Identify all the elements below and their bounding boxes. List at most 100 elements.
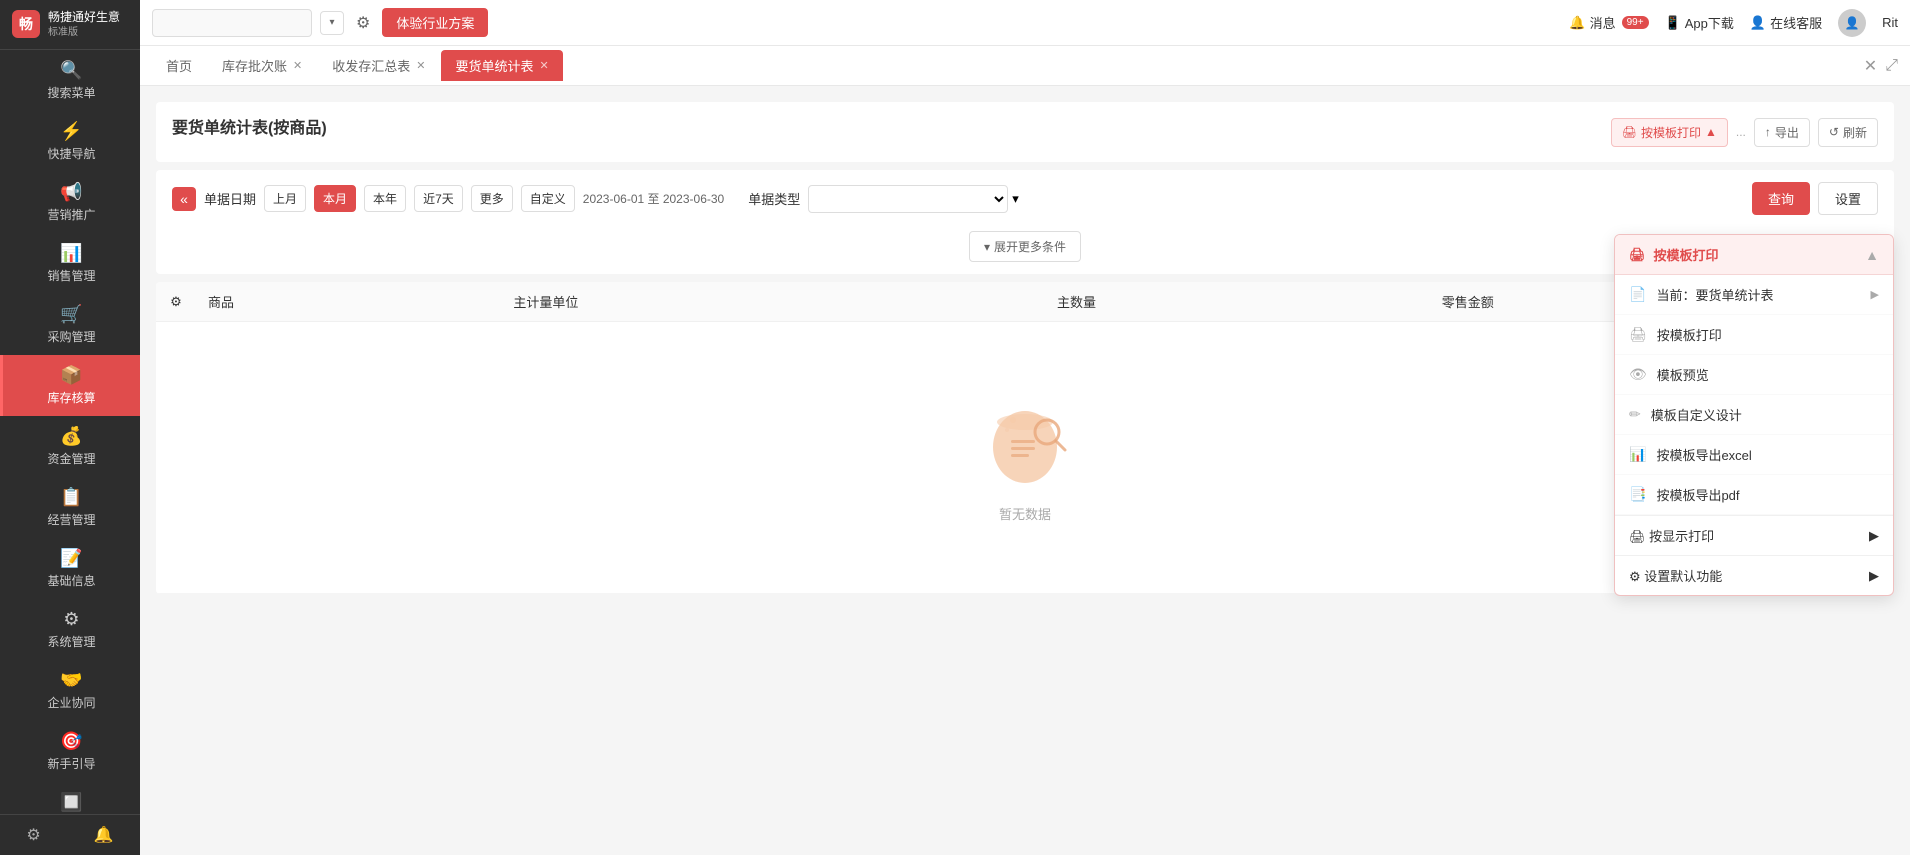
print-button[interactable]: 🖨 按模板打印 ▲ (1611, 118, 1728, 147)
page-title: 要货单统计表(按商品) (172, 114, 327, 138)
expand-window-icon[interactable]: ⤢ (1885, 57, 1898, 75)
service-icon: 👤 (1750, 15, 1766, 31)
date-label: 单据日期 (204, 189, 256, 208)
settings-button[interactable]: 设置 (1818, 182, 1878, 215)
date-btn-更多[interactable]: 更多 (471, 185, 513, 212)
print-dropdown-item-design[interactable]: ✏ 模板自定义设计 (1615, 395, 1893, 435)
date-btn-近7天[interactable]: 近7天 (414, 185, 463, 212)
sidebar-settings-icon[interactable]: ⚙ (26, 825, 40, 845)
sidebar-icon-purchase: 🛒 (60, 304, 82, 325)
sidebar-item-purchase[interactable]: 🛒采购管理 (0, 294, 140, 355)
page-header: 要货单统计表(按商品) 🖨 按模板打印 ▲ ... ↑ 导出 ↺ 刷新 (156, 102, 1894, 162)
tab-inventory-batch[interactable]: 库存批次账✕ (208, 50, 316, 81)
date-btn-上月[interactable]: 上月 (264, 185, 306, 212)
print-dropdown-item-current[interactable]: 📄 当前：要货单统计表 ▶ (1615, 275, 1893, 315)
search-input[interactable] (152, 9, 312, 37)
export-button[interactable]: ↑ 导出 (1754, 118, 1810, 147)
page-toolbar: 🖨 按模板打印 ▲ ... ↑ 导出 ↺ 刷新 (1611, 118, 1878, 147)
col-settings: ⚙ (156, 282, 196, 322)
sidebar-logo: 畅 畅捷通好生意 标准版 (0, 0, 140, 50)
sidebar-item-operation[interactable]: 📋经营管理 (0, 477, 140, 538)
online-service-item[interactable]: 👤 在线客服 (1750, 13, 1822, 32)
logo-icon: 畅 (12, 10, 40, 38)
avatar-placeholder: 👤 (1845, 16, 1860, 30)
tab-close-receivable-summary[interactable]: ✕ (416, 59, 425, 72)
print-chevron-up: ▲ (1705, 125, 1717, 139)
display-print-icon: 🖨 (1629, 529, 1646, 544)
tab-receivable-summary[interactable]: 收发存汇总表✕ (318, 50, 439, 81)
print-dropdown: 🖨 按模板打印 ▲ 📄 当前：要货单统计表 ▶ 🖨 按模板打印 👁 (1614, 234, 1894, 596)
sidebar-icon-apps: 🔲 (60, 792, 82, 813)
expand-more-icon: ▾ (984, 240, 990, 254)
print-dropdown-item-pdf[interactable]: 📑 按模板导出pdf (1615, 475, 1893, 515)
tab-bar: 首页库存批次账✕收发存汇总表✕要货单统计表✕ ✕ ⤢ (140, 46, 1910, 86)
more-icon[interactable]: ... (1736, 125, 1746, 139)
col-product: 商品 (196, 282, 501, 322)
template-print-icon: 🖨 (1629, 326, 1647, 343)
sidebar-item-newbie[interactable]: 🎯新手引导 (0, 721, 140, 782)
sidebar-item-sales[interactable]: 📊销售管理 (0, 233, 140, 294)
date-btn-自定义[interactable]: 自定义 (521, 185, 575, 212)
current-chevron-icon: ▶ (1871, 288, 1879, 301)
filter-actions: 查询 设置 (1752, 182, 1878, 215)
select-chevron-icon: ▾ (1012, 191, 1019, 207)
sidebar-icon-inventory: 📦 (60, 365, 82, 386)
sidebar-item-basic[interactable]: 📝基础信息 (0, 538, 140, 599)
print-dropdown-item-print[interactable]: 🖨 按模板打印 (1615, 315, 1893, 355)
print-dropdown-close-icon[interactable]: ▲ (1865, 247, 1879, 263)
gear-icon[interactable]: ⚙ (356, 13, 370, 33)
tab-close-order-stats[interactable]: ✕ (540, 59, 549, 72)
sidebar-icon-sales: 📊 (60, 243, 82, 264)
order-type-select[interactable] (808, 185, 1008, 213)
sidebar-item-inventory[interactable]: 📦库存核算 (0, 355, 140, 416)
trial-button[interactable]: 体验行业方案 (382, 8, 488, 37)
export-icon: ↑ (1765, 125, 1771, 139)
sidebar-icon-quicknav: ⚡ (60, 121, 82, 142)
app-download-item[interactable]: 📱 App下载 (1665, 13, 1734, 32)
avatar[interactable]: 👤 (1838, 9, 1866, 37)
sidebar-item-search[interactable]: 🔍搜索菜单 (0, 50, 140, 111)
print-dropdown-item-excel[interactable]: 📊 按模板导出excel (1615, 435, 1893, 475)
set-default-icon: ⚙ (1629, 569, 1641, 584)
expand-more-button[interactable]: ▾ 展开更多条件 (969, 231, 1081, 262)
notification-badge: 99+ (1622, 16, 1649, 29)
tab-home[interactable]: 首页 (152, 50, 206, 81)
sidebar-item-quicknav[interactable]: ⚡快捷导航 (0, 111, 140, 172)
print-dropdown-item-preview[interactable]: 👁 模板预览 (1615, 355, 1893, 395)
sidebar-nav: 🔍搜索菜单⚡快捷导航📢营销推广📊销售管理🛒采购管理📦库存核算💰资金管理📋经营管理… (0, 50, 140, 814)
search-dropdown-icon[interactable]: ▾ (320, 11, 344, 35)
print-dropdown-item-default[interactable]: ⚙ 设置默认功能 ▶ (1615, 555, 1893, 595)
close-window-icon[interactable]: ✕ (1864, 56, 1877, 76)
date-btn-本月[interactable]: 本月 (314, 185, 356, 212)
sidebar-icon-marketing: 📢 (60, 182, 82, 203)
column-settings-icon[interactable]: ⚙ (170, 294, 182, 309)
export-pdf-icon: 📑 (1629, 486, 1646, 503)
query-button[interactable]: 查询 (1752, 182, 1810, 215)
sidebar: 畅 畅捷通好生意 标准版 🔍搜索菜单⚡快捷导航📢营销推广📊销售管理🛒采购管理📦库… (0, 0, 140, 855)
filter-collapse-button[interactable]: « (172, 187, 196, 211)
print-dropdown-icon: 🖨 (1629, 247, 1646, 263)
date-btn-本年[interactable]: 本年 (364, 185, 406, 212)
sidebar-item-system[interactable]: ⚙系统管理 (0, 599, 140, 660)
sidebar-icon-collab: 🤝 (60, 670, 82, 691)
sidebar-item-marketing[interactable]: 📢营销推广 (0, 172, 140, 233)
tab-close-inventory-batch[interactable]: ✕ (293, 59, 302, 72)
sidebar-item-collab[interactable]: 🤝企业协同 (0, 660, 140, 721)
username: Rit (1882, 15, 1898, 30)
template-design-icon: ✏ (1629, 406, 1641, 423)
bell-icon: 🔔 (1569, 15, 1585, 31)
sidebar-icon-finance: 💰 (60, 426, 82, 447)
refresh-icon: ↺ (1829, 125, 1839, 139)
sidebar-icon-basic: 📝 (60, 548, 82, 569)
set-default-chevron: ▶ (1869, 568, 1879, 584)
sidebar-icon-operation: 📋 (60, 487, 82, 508)
notifications-item[interactable]: 🔔 消息 99+ (1569, 13, 1648, 32)
sidebar-sound-icon[interactable]: 🔔 (94, 825, 114, 845)
refresh-button[interactable]: ↺ 刷新 (1818, 118, 1878, 147)
empty-state-icon (975, 392, 1075, 492)
print-dropdown-item-display[interactable]: 🖨 按显示打印 ▶ (1615, 515, 1893, 555)
sidebar-item-apps[interactable]: 🔲应用中心 (0, 782, 140, 814)
sidebar-item-finance[interactable]: 💰资金管理 (0, 416, 140, 477)
current-template-icon: 📄 (1629, 286, 1646, 303)
tab-order-stats[interactable]: 要货单统计表✕ (441, 50, 562, 81)
